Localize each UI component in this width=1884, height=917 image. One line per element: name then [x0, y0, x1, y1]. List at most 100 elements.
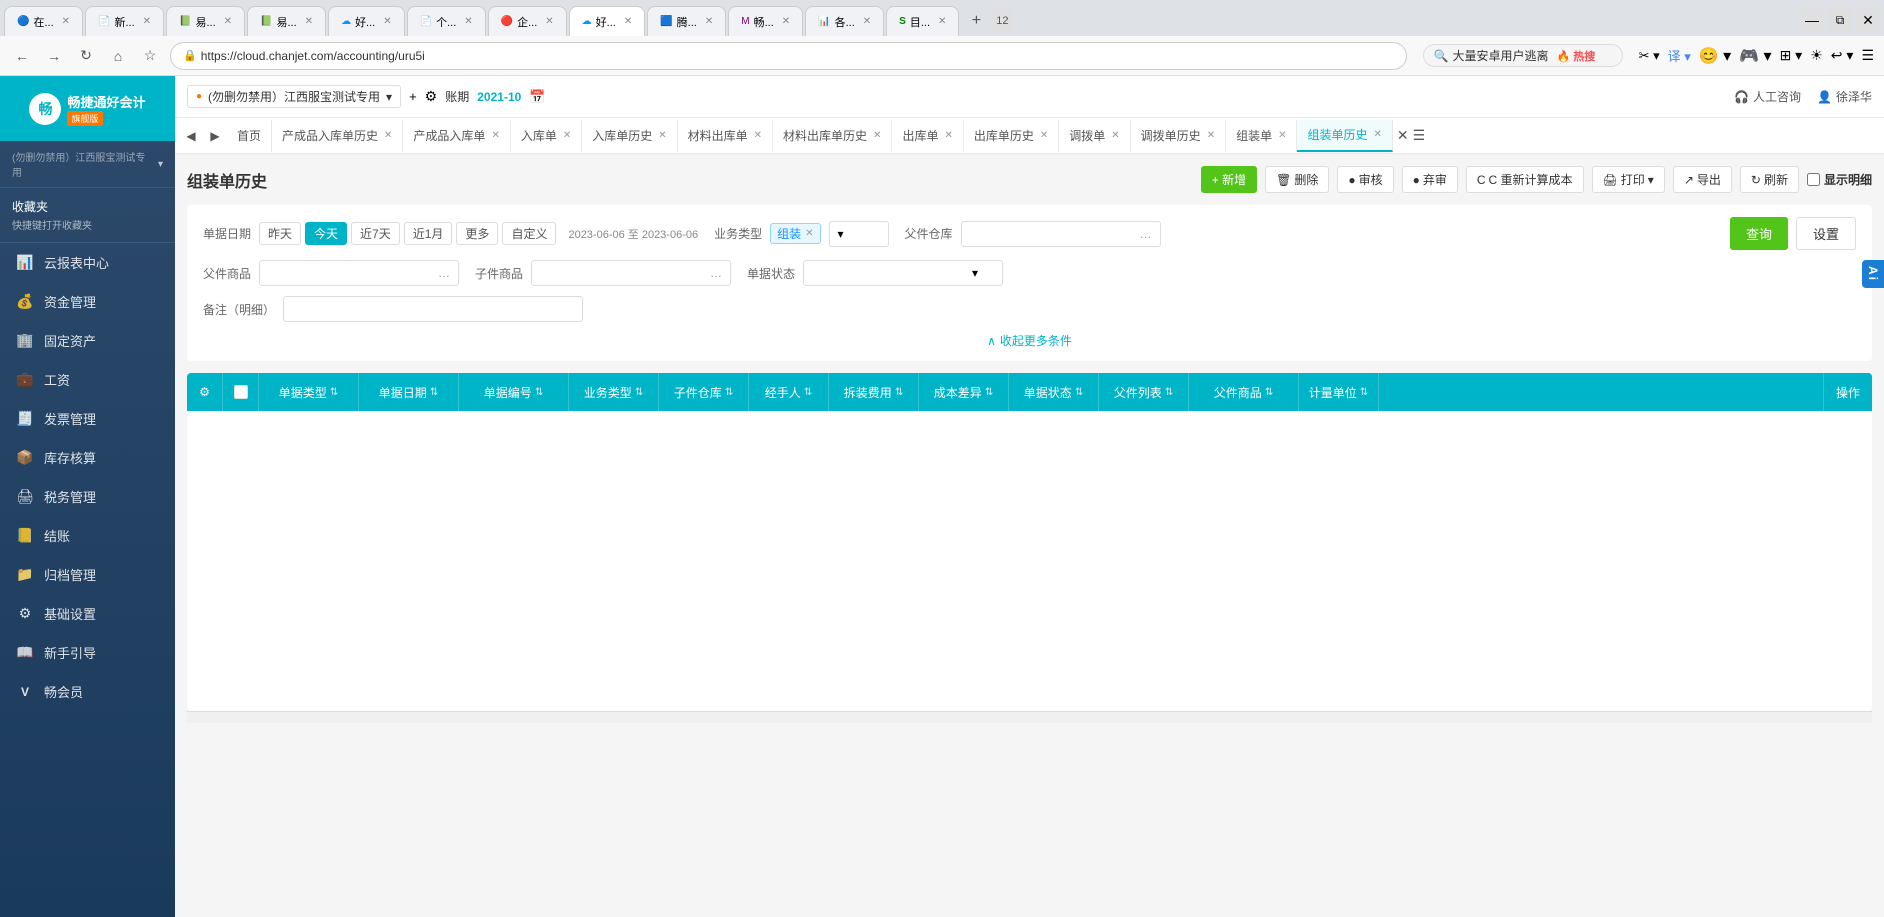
- tab-scroll-right[interactable]: ▶: [203, 124, 227, 148]
- address-bar[interactable]: 🔒 https://cloud.chanjet.com/accounting/u…: [170, 42, 1407, 70]
- export-btn[interactable]: ↗ 导出: [1673, 166, 1732, 193]
- favorites-sub[interactable]: 快捷键打开收藏夹: [12, 217, 163, 232]
- page-tab-11[interactable]: 组装单 ✕: [1226, 120, 1297, 152]
- page-tab-3[interactable]: 入库单 ✕: [511, 120, 582, 152]
- page-tab-close-4[interactable]: ✕: [658, 130, 666, 141]
- sidebar-item-close[interactable]: 📒 结账: [0, 516, 175, 555]
- col-business-type[interactable]: 业务类型 ⇅: [569, 373, 659, 411]
- child-goods-input[interactable]: …: [531, 260, 731, 286]
- browser-tab-0[interactable]: 🔵 在... ✕: [4, 6, 83, 36]
- page-tab-close-10[interactable]: ✕: [1207, 130, 1215, 141]
- page-tab-9[interactable]: 调拨单 ✕: [1059, 120, 1130, 152]
- page-tab-7[interactable]: 出库单 ✕: [892, 120, 963, 152]
- sidebar-item-inventory[interactable]: 📦 库存核算: [0, 438, 175, 477]
- new-btn[interactable]: + 新增: [1201, 166, 1257, 193]
- sidebar-item-settings[interactable]: ⚙ 基础设置: [0, 594, 175, 633]
- sidebar-item-reports[interactable]: 📊 云报表中心: [0, 243, 175, 282]
- review-btn[interactable]: ● 审核: [1337, 166, 1393, 193]
- select-all-checkbox[interactable]: [234, 385, 248, 399]
- settings-gear-btn[interactable]: ⚙: [425, 88, 438, 105]
- sidebar-item-archive[interactable]: 📁 归档管理: [0, 555, 175, 594]
- reload-btn[interactable]: ↻: [74, 44, 98, 68]
- browser-tab-6[interactable]: 🔴 企... ✕: [488, 6, 567, 36]
- calendar-icon[interactable]: 📅: [529, 89, 545, 105]
- page-tab-4[interactable]: 入库单历史 ✕: [582, 120, 677, 152]
- col-number[interactable]: 单据编号 ⇅: [459, 373, 569, 411]
- col-parent-list[interactable]: 父件列表 ⇅: [1099, 373, 1189, 411]
- col-order-status[interactable]: 单据状态 ⇅: [1009, 373, 1099, 411]
- browser-tab-8[interactable]: 🟦 腾... ✕: [647, 6, 726, 36]
- col-unit[interactable]: 计量单位 ⇅: [1299, 373, 1379, 411]
- company-selector[interactable]: ● (勿删勿禁用）江西服宝测试专用 ▾: [187, 85, 401, 108]
- page-tab-close-5[interactable]: ✕: [754, 130, 762, 141]
- tab-close-7[interactable]: ✕: [624, 16, 632, 27]
- search-input-box[interactable]: 🔍 大量安卓用户逃离 🔥 热搜: [1423, 44, 1623, 67]
- table-gear-col[interactable]: ⚙: [187, 373, 223, 411]
- browser-tab-4[interactable]: ☁ 好... ✕: [328, 6, 405, 36]
- page-tab-close-3[interactable]: ✕: [563, 130, 571, 141]
- parent-goods-more[interactable]: …: [438, 266, 450, 280]
- col-cost-diff[interactable]: 成本差异 ⇅: [919, 373, 1009, 411]
- tab-close-4[interactable]: ✕: [383, 16, 391, 27]
- page-tab-close-2[interactable]: ✕: [491, 130, 499, 141]
- sidebar-item-finance[interactable]: 💰 资金管理: [0, 282, 175, 321]
- col-parent-goods[interactable]: 父件商品 ⇅: [1189, 373, 1299, 411]
- browser-tab-7[interactable]: ☁ 好... ✕: [569, 6, 646, 36]
- date-btn-yesterday[interactable]: 昨天: [259, 222, 301, 245]
- table-checkbox-col[interactable]: [223, 373, 259, 411]
- business-type-tag-close[interactable]: ✕: [805, 228, 813, 239]
- page-tab-6[interactable]: 材料出库单历史 ✕: [773, 120, 892, 152]
- page-tab-2[interactable]: 产成品入库单 ✕: [403, 120, 510, 152]
- tab-close-11[interactable]: ✕: [938, 16, 946, 27]
- scrollbar-area[interactable]: [187, 711, 1872, 723]
- page-tab-8[interactable]: 出库单历史 ✕: [964, 120, 1059, 152]
- emoji-tool[interactable]: 😊 ▾: [1699, 46, 1731, 66]
- page-tab-close-1[interactable]: ✕: [384, 130, 392, 141]
- minimize-btn[interactable]: —: [1800, 8, 1824, 32]
- tab-close-10[interactable]: ✕: [863, 16, 871, 27]
- col-child-warehouse[interactable]: 子件仓库 ⇅: [659, 373, 749, 411]
- col-disassembly[interactable]: 拆装费用 ⇅: [829, 373, 919, 411]
- browser-tab-2[interactable]: 📗 易... ✕: [166, 6, 245, 36]
- favorites-label[interactable]: 收藏夹: [12, 198, 163, 215]
- page-tab-12[interactable]: 组装单历史 ✕: [1297, 120, 1392, 152]
- page-tab-close-11[interactable]: ✕: [1278, 130, 1286, 141]
- sidebar-item-tax[interactable]: 🖨 税务管理: [0, 477, 175, 516]
- recalculate-btn[interactable]: C C 重新计算成本: [1466, 166, 1584, 193]
- tab-count[interactable]: 12: [991, 10, 1013, 32]
- sidebar-company[interactable]: (勿删勿禁用）江西服宝测试专用 ▾: [0, 141, 175, 188]
- child-goods-more[interactable]: …: [710, 266, 722, 280]
- browser-tab-5[interactable]: 📄 个... ✕: [407, 6, 486, 36]
- page-tab-1[interactable]: 产成品入库单历史 ✕: [272, 120, 403, 152]
- tab-close-0[interactable]: ✕: [62, 16, 70, 27]
- home-btn[interactable]: ⌂: [106, 44, 130, 68]
- add-company-btn[interactable]: +: [409, 89, 417, 104]
- translate-tool[interactable]: 译 ▾: [1668, 46, 1691, 65]
- sidebar-item-guide[interactable]: 📖 新手引导: [0, 633, 175, 672]
- restore-btn[interactable]: ⧉: [1828, 8, 1852, 32]
- set-btn[interactable]: 设置: [1796, 217, 1856, 250]
- date-btn-1month[interactable]: 近1月: [404, 222, 453, 245]
- browser-tab-9[interactable]: M 畅... ✕: [728, 6, 803, 36]
- close-all-tabs-btn[interactable]: ✕: [1397, 127, 1409, 144]
- tab-close-6[interactable]: ✕: [545, 16, 553, 27]
- parent-goods-input[interactable]: …: [259, 260, 459, 286]
- page-tab-home[interactable]: 首页: [227, 120, 272, 152]
- tab-close-3[interactable]: ✕: [305, 16, 313, 27]
- page-tab-close-12[interactable]: ✕: [1374, 129, 1382, 140]
- grid-tool[interactable]: ⊞ ▾: [1780, 47, 1803, 64]
- tab-close-8[interactable]: ✕: [705, 16, 713, 27]
- close-btn[interactable]: ✕: [1856, 8, 1880, 32]
- browser-tab-11[interactable]: S 目... ✕: [886, 6, 959, 36]
- page-tab-close-6[interactable]: ✕: [873, 130, 881, 141]
- sidebar-item-assets[interactable]: 🏢 固定资产: [0, 321, 175, 360]
- page-tab-5[interactable]: 材料出库单 ✕: [678, 120, 773, 152]
- collapse-btn[interactable]: ∧ 收起更多条件: [203, 332, 1856, 349]
- page-tab-close-8[interactable]: ✕: [1040, 130, 1048, 141]
- sidebar-item-payroll[interactable]: 💼 工资: [0, 360, 175, 399]
- page-tab-close-7[interactable]: ✕: [944, 130, 952, 141]
- scissors-tool[interactable]: ✂ ▾: [1639, 48, 1660, 64]
- page-tab-close-9[interactable]: ✕: [1111, 130, 1119, 141]
- remarks-input[interactable]: [283, 296, 583, 322]
- browser-tab-10[interactable]: 📊 各... ✕: [805, 6, 884, 36]
